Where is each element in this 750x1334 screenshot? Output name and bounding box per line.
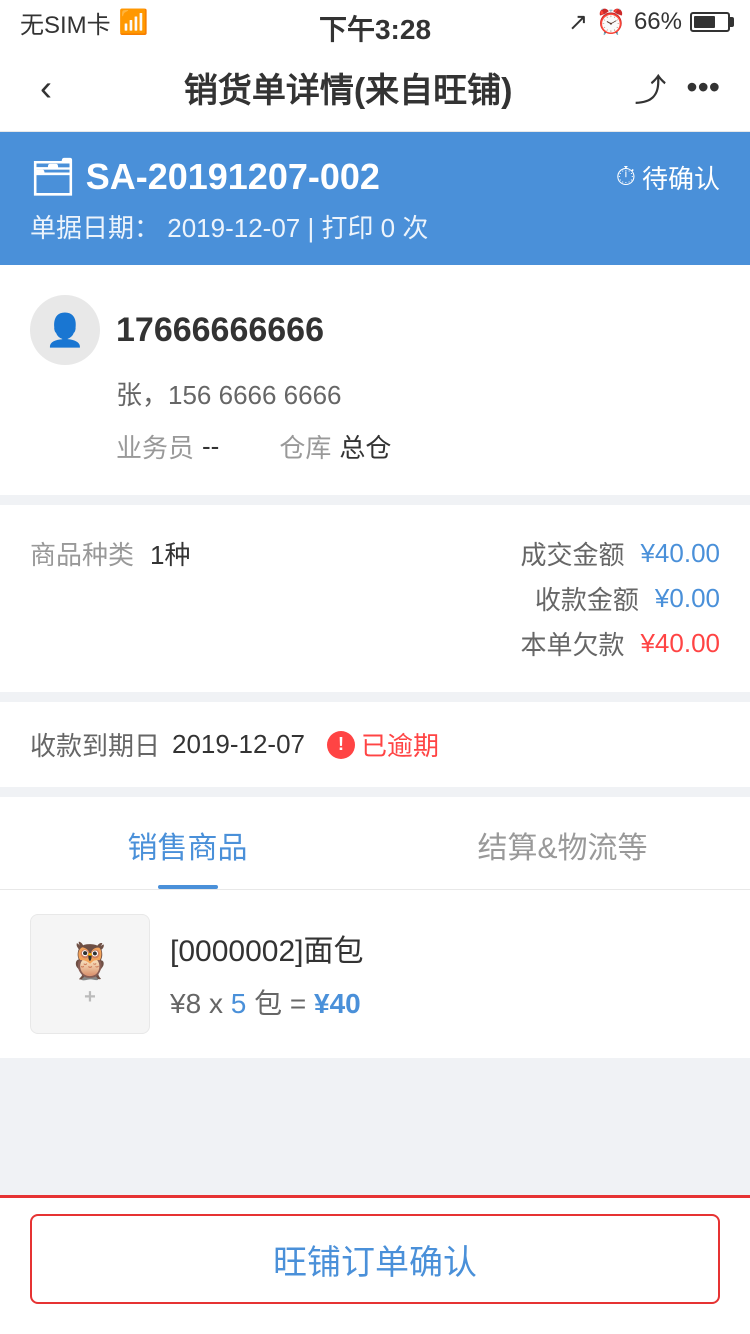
date-label: 单据日期：: [30, 213, 160, 243]
warehouse-item: 仓库 总仓: [279, 428, 391, 465]
back-button[interactable]: ‹: [30, 57, 62, 119]
product-type-value: 1种: [150, 535, 190, 572]
location-icon: ↗: [568, 8, 588, 37]
overdue-text: 已逾期: [361, 726, 439, 763]
summary-left: 商品种类 1种: [30, 535, 190, 572]
product-item: 🦉 + [0000002]面包 ¥8 x 5 包 = ¥40: [0, 890, 750, 1058]
nav-actions: ⤴ •••: [634, 65, 720, 111]
wifi-icon: 📶: [119, 8, 149, 37]
owl-icon: 🦉: [68, 940, 113, 982]
payment-value: ¥0.00: [655, 583, 720, 614]
status-bar: 无SIM卡 📶 下午3:28 ↗ ⏰ 66%: [0, 0, 750, 44]
summary-card: 商品种类 1种 成交金额 ¥40.00 收款金额 ¥0.00 本单欠款 ¥40.…: [0, 505, 750, 692]
customer-name-detail: 张，156 6666 6666: [30, 375, 720, 412]
page-title: 销货单详情(来自旺铺): [184, 63, 513, 112]
order-header: 🗂 SA-20191207-002 ⏱ 待确认 单据日期： 2019-12-07…: [0, 132, 750, 265]
customer-row: 👤 17666666666: [30, 295, 720, 365]
status-right: ↗ ⏰ 66%: [568, 8, 730, 37]
bottom-bar: 旺铺订单确认: [0, 1195, 750, 1334]
summary-right: 成交金额 ¥40.00 收款金额 ¥0.00 本单欠款 ¥40.00: [520, 535, 720, 662]
total-value: ¥40: [314, 988, 361, 1019]
nav-bar: ‹ 销货单详情(来自旺铺) ⤴ •••: [0, 44, 750, 132]
tabs: 销售商品 结算&物流等: [0, 797, 750, 890]
order-id-text: SA-20191207-002: [86, 156, 380, 198]
status-clock-icon: ⏱: [616, 161, 636, 193]
payment-label: 收款金额: [535, 580, 639, 617]
transaction-label: 成交金额: [520, 535, 624, 572]
battery-percent: 66%: [634, 8, 682, 36]
price-value: ¥8: [170, 988, 201, 1019]
price-separator: x: [209, 988, 231, 1019]
payment-row: 收款金额 ¥0.00: [535, 580, 720, 617]
balance-value: ¥40.00: [640, 628, 720, 659]
tab-settlement[interactable]: 结算&物流等: [375, 797, 750, 889]
equals-sign: =: [290, 988, 314, 1019]
product-price-row: ¥8 x 5 包 = ¥40: [170, 982, 720, 1022]
product-thumbnail: 🦉 +: [30, 914, 150, 1034]
order-icon: 🗂: [30, 156, 76, 198]
confirm-order-button[interactable]: 旺铺订单确认: [30, 1214, 720, 1304]
balance-row: 本单欠款 ¥40.00: [520, 625, 720, 662]
salesperson-label: 业务员: [116, 428, 194, 465]
avatar: 👤: [30, 295, 100, 365]
salesperson-item: 业务员 --: [116, 428, 219, 465]
overdue-warning-icon: !: [327, 731, 355, 759]
due-date-label: 收款到期日: [30, 726, 160, 763]
warehouse-value: 总仓: [339, 428, 391, 465]
due-date-value: 2019-12-07: [172, 729, 305, 760]
carrier-text: 无SIM卡: [20, 5, 111, 40]
battery-icon: [690, 12, 730, 32]
plus-text: +: [84, 986, 96, 1009]
print-text: | 打印 0 次: [307, 213, 428, 243]
transaction-row: 成交金额 ¥40.00: [520, 535, 720, 572]
tab-sales-products[interactable]: 销售商品: [0, 797, 375, 889]
due-date-card: 收款到期日 2019-12-07 ! 已逾期: [0, 702, 750, 787]
salesperson-value: --: [202, 431, 219, 462]
unit-value: 包: [254, 988, 282, 1019]
balance-label: 本单欠款: [520, 625, 624, 662]
alarm-icon: ⏰: [596, 8, 626, 37]
product-type-row: 商品种类 1种: [30, 535, 190, 572]
order-date-row: 单据日期： 2019-12-07 | 打印 0 次: [30, 208, 720, 245]
order-id-row: 🗂 SA-20191207-002: [30, 156, 380, 198]
quantity-value: 5: [231, 988, 247, 1019]
status-badge: ⏱ 待确认: [616, 159, 720, 196]
transaction-value: ¥40.00: [640, 538, 720, 569]
product-logo: 🦉 +: [68, 940, 113, 1009]
share-button[interactable]: ⤴: [634, 65, 666, 111]
status-time: 下午3:28: [319, 8, 431, 48]
overdue-badge: ! 已逾期: [327, 726, 439, 763]
date-value: 2019-12-07: [167, 213, 300, 243]
customer-card: 👤 17666666666 张，156 6666 6666 业务员 -- 仓库 …: [0, 265, 750, 495]
customer-phone: 17666666666: [116, 311, 324, 350]
product-name: [0000002]面包: [170, 926, 720, 970]
avatar-icon: 👤: [45, 311, 85, 349]
product-type-label: 商品种类: [30, 535, 134, 572]
warehouse-label: 仓库: [279, 428, 331, 465]
tabs-container: 销售商品 结算&物流等: [0, 797, 750, 890]
status-text: 待确认: [642, 159, 720, 196]
status-left: 无SIM卡 📶: [20, 5, 149, 40]
more-button[interactable]: •••: [686, 69, 720, 106]
customer-meta: 业务员 -- 仓库 总仓: [30, 428, 720, 465]
product-details: [0000002]面包 ¥8 x 5 包 = ¥40: [170, 926, 720, 1022]
